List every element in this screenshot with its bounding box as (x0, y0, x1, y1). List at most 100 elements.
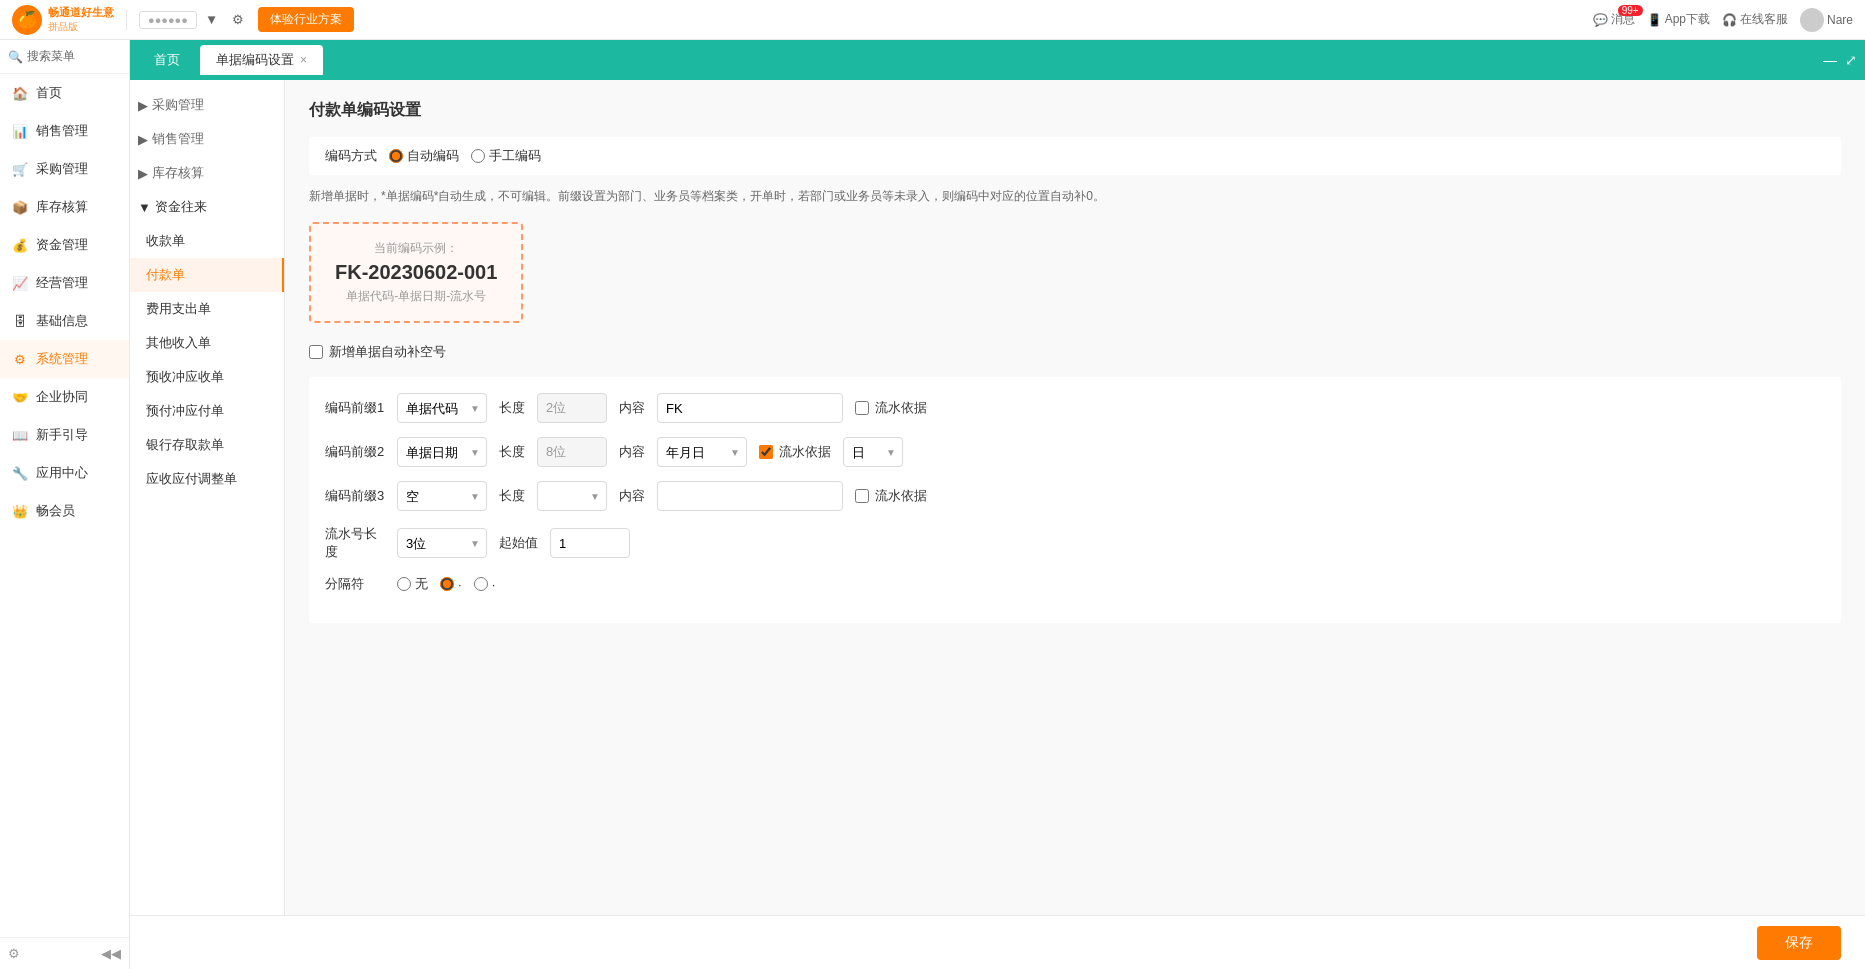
tab-minimize-btn[interactable]: — (1823, 52, 1837, 68)
prefix3-flow-input[interactable] (855, 489, 869, 503)
sidebar-item-home[interactable]: 🏠 首页 (0, 74, 129, 112)
prefix2-day-select[interactable]: 日 月 (844, 445, 902, 460)
tab-home[interactable]: 首页 (138, 45, 196, 75)
sub-sidebar-group-capital[interactable]: ▼ 资金往来 (130, 190, 284, 224)
tab-encoding-settings[interactable]: 单据编码设置 × (200, 45, 323, 75)
sidebar: 🔍 搜索菜单 🏠 首页 📊 销售管理 🛒 采购管理 📦 库存核算 💰 (0, 40, 130, 969)
sub-sidebar-item-payment[interactable]: 付款单 (130, 258, 284, 292)
sidebar-item-apps[interactable]: 🔧 应用中心 (0, 454, 129, 492)
prefix2-label: 编码前缀2 (325, 443, 385, 461)
apps-icon: 🔧 (12, 465, 28, 481)
finance-icon: 💰 (12, 237, 28, 253)
sidebar-item-guide[interactable]: 📖 新手引导 (0, 416, 129, 454)
prefix2-select-wrapper[interactable]: 单据日期 空 ▼ (397, 437, 487, 467)
separator-none-label[interactable]: 无 (397, 575, 428, 593)
prefix3-length-select-wrapper[interactable]: ▼ (537, 481, 607, 511)
sub-sidebar-item-advance-payable[interactable]: 预付冲应付单 (130, 394, 284, 428)
sub-sidebar-item-advance-receivable[interactable]: 预收冲应收单 (130, 360, 284, 394)
sidebar-item-system[interactable]: ⚙ 系统管理 (0, 340, 129, 378)
sidebar-item-inventory[interactable]: 📦 库存核算 (0, 188, 129, 226)
chevron-right-icon-inventory: ▶ (138, 166, 148, 181)
sidebar-item-member[interactable]: 👑 畅会员 (0, 492, 129, 530)
serial-length-select[interactable]: 3位 4位 5位 (398, 536, 486, 551)
sub-sidebar-item-other-income[interactable]: 其他收入单 (130, 326, 284, 360)
main-layout: 🔍 搜索菜单 🏠 首页 📊 销售管理 🛒 采购管理 📦 库存核算 💰 (0, 40, 1865, 969)
avatar (1800, 8, 1824, 32)
chevron-right-icon-sales: ▶ (138, 132, 148, 147)
settings-btn[interactable]: ⚙ (226, 8, 250, 32)
prefix2-flow-checkbox[interactable]: 流水依据 (759, 443, 831, 461)
sub-sidebar-item-receipt[interactable]: 收款单 (130, 224, 284, 258)
sidebar-nav: 🏠 首页 📊 销售管理 🛒 采购管理 📦 库存核算 💰 资金管理 📈 经 (0, 74, 129, 937)
prefix1-select[interactable]: 单据代码 空 (398, 401, 486, 416)
preview-box: 当前编码示例： FK-20230602-001 单据代码-单据日期-流水号 (309, 222, 523, 323)
sidebar-item-sales[interactable]: 📊 销售管理 (0, 112, 129, 150)
prefix2-content-select-wrapper[interactable]: 年月日 年月 年 ▼ (657, 437, 747, 467)
company-dropdown-btn[interactable]: ▼ (205, 12, 218, 27)
prefix2-day-select-wrapper[interactable]: 日 月 ▼ (843, 437, 903, 467)
auto-fill-checkbox[interactable] (309, 345, 323, 359)
prefix2-length-label: 长度 (499, 443, 525, 461)
app-download-btn[interactable]: 📱 App下载 (1647, 11, 1710, 28)
sub-sidebar-group-purchase[interactable]: ▶ 采购管理 (130, 88, 284, 122)
tab-maximize-btn[interactable]: ⤢ (1845, 52, 1857, 68)
prefix3-length-select[interactable] (538, 489, 606, 504)
tab-bar: 首页 单据编码设置 × — ⤢ (130, 40, 1865, 80)
prefix3-select-wrapper[interactable]: 空 单据代码 单据日期 ▼ (397, 481, 487, 511)
prefix2-content-label: 内容 (619, 443, 645, 461)
message-icon: 💬 (1593, 13, 1608, 27)
search-menu-btn[interactable]: 🔍 搜索菜单 (0, 40, 129, 74)
prefix2-flow-input[interactable] (759, 445, 773, 459)
sidebar-item-enterprise[interactable]: 🤝 企业协同 (0, 378, 129, 416)
sidebar-item-basic[interactable]: 🗄 基础信息 (0, 302, 129, 340)
sub-sidebar-group-sales[interactable]: ▶ 销售管理 (130, 122, 284, 156)
prefix1-content-input[interactable] (657, 393, 843, 423)
separator-dot1-input[interactable] (440, 577, 454, 591)
page-title: 付款单编码设置 (309, 100, 1841, 121)
separator-none-input[interactable] (397, 577, 411, 591)
prefix3-content-input[interactable] (657, 481, 843, 511)
sidebar-item-business[interactable]: 📈 经营管理 (0, 264, 129, 302)
prefix2-select[interactable]: 单据日期 空 (398, 445, 486, 460)
sub-sidebar-item-adjustment[interactable]: 应收应付调整单 (130, 462, 284, 496)
separator-dot2-label[interactable]: · (474, 577, 496, 592)
prefix3-select[interactable]: 空 单据代码 单据日期 (398, 489, 486, 504)
prefix1-flow-input[interactable] (855, 401, 869, 415)
radio-auto-input[interactable] (389, 149, 403, 163)
user-info[interactable]: Nare (1800, 8, 1853, 32)
sidebar-item-purchase[interactable]: 🛒 采购管理 (0, 150, 129, 188)
sub-sidebar-group-inventory[interactable]: ▶ 库存核算 (130, 156, 284, 190)
separator-dot1-label[interactable]: · (440, 577, 462, 592)
guide-icon: 📖 (12, 427, 28, 443)
start-value-input[interactable] (550, 528, 630, 558)
encoding-form: 编码前缀1 单据代码 空 ▼ 长度 2位 内容 (309, 377, 1841, 623)
sidebar-settings-btn[interactable]: ⚙ (8, 946, 20, 961)
save-button[interactable]: 保存 (1757, 926, 1841, 960)
sidebar-item-finance[interactable]: 💰 资金管理 (0, 226, 129, 264)
prefix3-flow-checkbox[interactable]: 流水依据 (855, 487, 927, 505)
separator-dot2-input[interactable] (474, 577, 488, 591)
radio-manual[interactable]: 手工编码 (471, 147, 541, 165)
radio-manual-input[interactable] (471, 149, 485, 163)
sub-sidebar-item-bank-deposit[interactable]: 银行存取款单 (130, 428, 284, 462)
sidebar-collapse-btn[interactable]: ◀◀ (101, 946, 121, 961)
business-icon: 📈 (12, 275, 28, 291)
company-selector[interactable]: ●●●●●● (139, 11, 197, 29)
preview-desc: 单据代码-单据日期-流水号 (335, 288, 497, 305)
message-btn[interactable]: 💬 消息 99+ (1593, 11, 1635, 28)
top-bar-left: 🍊 畅通道好生意 拼品版 ●●●●●● ▼ ⚙ 体验行业方案 (12, 5, 354, 35)
solution-btn[interactable]: 体验行业方案 (258, 7, 354, 32)
preview-label: 当前编码示例： (335, 240, 497, 257)
enterprise-icon: 🤝 (12, 389, 28, 405)
online-service-btn[interactable]: 🎧 在线客服 (1722, 11, 1788, 28)
auto-fill-row: 新增单据自动补空号 (309, 343, 1841, 361)
prefix1-flow-checkbox[interactable]: 流水依据 (855, 399, 927, 417)
basic-icon: 🗄 (12, 313, 28, 329)
tab-close-btn[interactable]: × (300, 54, 307, 66)
prefix1-select-wrapper[interactable]: 单据代码 空 ▼ (397, 393, 487, 423)
sub-sidebar-item-expense[interactable]: 费用支出单 (130, 292, 284, 326)
radio-auto[interactable]: 自动编码 (389, 147, 459, 165)
serial-length-select-wrapper[interactable]: 3位 4位 5位 ▼ (397, 528, 487, 558)
prefix2-content-select[interactable]: 年月日 年月 年 (658, 445, 746, 460)
prefix3-label: 编码前缀3 (325, 487, 385, 505)
